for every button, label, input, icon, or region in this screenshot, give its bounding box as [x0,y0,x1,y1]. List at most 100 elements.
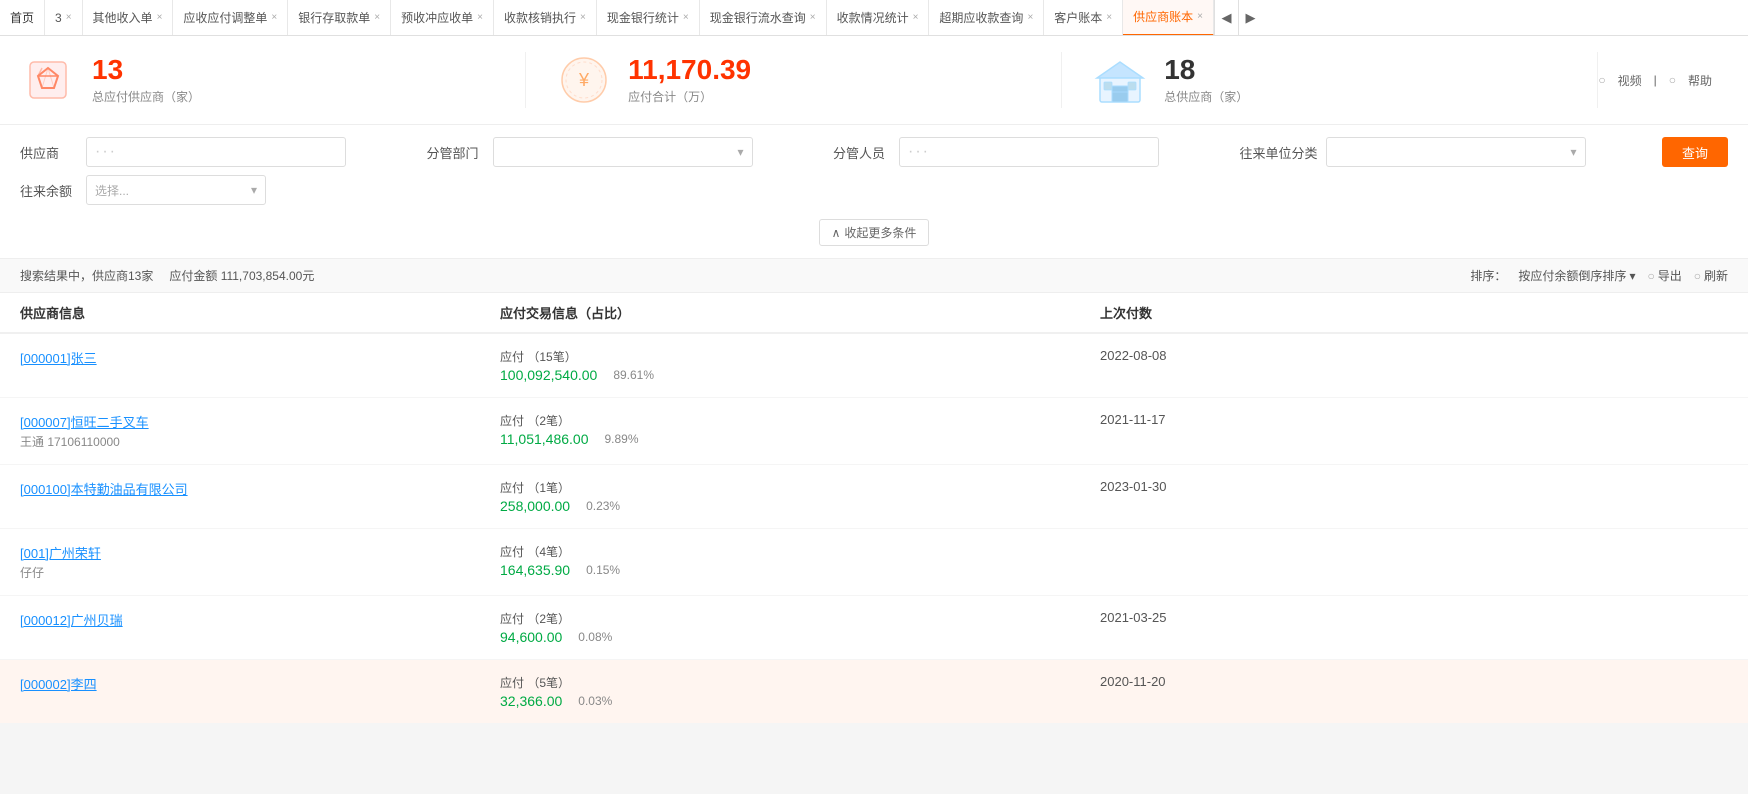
nav-tab-ar-ap-adjust[interactable]: 应收应付调整单 × [173,0,288,36]
row5-tx-percent: 0.08% [578,630,612,644]
refresh-button[interactable]: ○ 刷新 [1694,267,1728,284]
row2-tx-row: 11,051,486.00 9.89% [500,431,1100,447]
balance-filter-select[interactable]: 选择... ▾ [86,175,266,205]
row6-tx-amount[interactable]: 32,366.00 [500,693,562,709]
person-filter-label: 分管人员 [833,143,893,162]
nav-tab-bank-deposit-label: 银行存取款单 [298,9,370,26]
nav-tab-cash-bank-stat[interactable]: 现金银行统计 × [597,0,700,36]
circle-icon: ○ [1598,73,1605,87]
row5-supplier-link[interactable]: [000012]广州贝瑞 [20,613,123,628]
person-dots: ··· [908,143,930,161]
search-button[interactable]: 查询 [1662,137,1728,167]
nav-arrow-right[interactable]: ▶ [1238,0,1262,36]
nav-tab-prepay-ar-label: 预收冲应收单 [401,9,473,26]
nav-tab-other-income-close[interactable]: × [157,12,163,23]
store-icon [1092,52,1148,108]
row3-tx-percent: 0.23% [586,499,620,513]
nav-tab-supplier-book[interactable]: 供应商账本 × [1123,0,1214,36]
nav-tab-payment-verify[interactable]: 收款核销执行 × [494,0,597,36]
help-link[interactable]: 帮助 [1688,72,1712,89]
category-filter-select[interactable]: ▾ [1326,137,1586,167]
summary-content-total-suppliers: 18 总供应商（家） [1164,56,1248,105]
row5-last-pay-date: 2021-03-25 [1100,610,1167,625]
row5-tx-amount[interactable]: 94,600.00 [500,629,562,645]
row2-supplier-link[interactable]: [000007]恒旺二手叉车 [20,415,149,430]
row5-tx-row: 94,600.00 0.08% [500,629,1100,645]
nav-tab-prepay-ar-close[interactable]: × [477,12,483,23]
nav-tab-cash-bank-flow-label: 现金银行流水查询 [710,9,806,26]
nav-tab-overdue-ar-close[interactable]: × [1027,12,1033,23]
row1-supplier: [000001]张三 [20,348,500,367]
table-row: [000001]张三 应付 （15笔） 100,092,540.00 89.61… [0,334,1748,398]
nav-tab-cash-bank-flow[interactable]: 现金银行流水查询 × [700,0,827,36]
nav-tab-bank-deposit[interactable]: 银行存取款单 × [288,0,391,36]
nav-tab-payment-stat-close[interactable]: × [913,12,919,23]
sort-select[interactable]: 按应付余额倒序排序 ▾ [1518,267,1635,284]
row3-transaction: 应付 （1笔） 258,000.00 0.23% [500,479,1100,514]
row2-supplier: [000007]恒旺二手叉车 王通 17106110000 [20,412,500,450]
nav-tab-3[interactable]: 3 × [45,0,83,36]
row5-last-pay: 2021-03-25 [1100,610,1728,625]
nav-tab-3-close[interactable]: × [66,12,72,23]
row1-tx-amount[interactable]: 100,092,540.00 [500,367,597,383]
row2-tx-amount[interactable]: 11,051,486.00 [500,431,589,447]
col-header-last-pay: 上次付数 [1100,303,1728,322]
nav-tab-payment-stat[interactable]: 收款情况统计 × [827,0,930,36]
row6-supplier-link[interactable]: [000002]李四 [20,677,97,692]
top-nav: 首页 3 × 其他收入单 × 应收应付调整单 × 银行存取款单 × 预收冲应收单… [0,0,1748,36]
row4-tx-count: （4笔） [527,545,570,559]
nav-tab-cash-bank-flow-close[interactable]: × [810,12,816,23]
row1-supplier-link[interactable]: [000001]张三 [20,351,97,366]
nav-tab-payment-verify-close[interactable]: × [580,12,586,23]
nav-tab-overdue-ar[interactable]: 超期应收款查询 × [929,0,1044,36]
row3-tx-amount[interactable]: 258,000.00 [500,498,570,514]
filter-section: 供应商 ··· 分管部门 ▾ 分管人员 ··· 往来单位分类 ▾ [0,125,1748,259]
nav-tab-cash-bank-stat-label: 现金银行统计 [607,9,679,26]
row3-tx-label: 应付 （1笔） [500,479,1100,496]
nav-tab-bank-deposit-close[interactable]: × [374,12,380,23]
nav-tab-home[interactable]: 首页 [0,0,45,36]
export-button[interactable]: ○ 导出 [1647,267,1681,284]
result-text1: 搜索结果中，供应商13家 [20,267,153,284]
nav-tab-3-label: 3 [55,11,62,25]
filter-item-supplier: 供应商 ··· [20,137,427,167]
nav-tab-customer-book[interactable]: 客户账本 × [1044,0,1123,36]
payable-amount-number: 11,170.39 [628,56,751,84]
collapse-label: 收起更多条件 [844,224,916,241]
row3-last-pay: 2023-01-30 [1100,479,1728,494]
collapse-row: ∧ 收起更多条件 [20,213,1728,246]
nav-tab-overdue-ar-label: 超期应收款查询 [939,9,1023,26]
row5-tx-label: 应付 （2笔） [500,610,1100,627]
supplier-filter-input[interactable]: ··· [86,137,346,167]
nav-tab-customer-book-close[interactable]: × [1106,12,1112,23]
row1-last-pay-date: 2022-08-08 [1100,348,1167,363]
row2-tx-count: （2笔） [527,414,570,428]
diamond-icon [20,52,76,108]
row4-tx-info: 应付 （4笔） 164,635.90 0.15% [500,543,1100,578]
nav-tab-ar-ap-adjust-close[interactable]: × [271,12,277,23]
row1-tx-row: 100,092,540.00 89.61% [500,367,1100,383]
video-link[interactable]: 视频 [1618,72,1642,89]
dept-filter-select[interactable]: ▾ [493,137,753,167]
collapse-button[interactable]: ∧ 收起更多条件 [819,219,930,246]
wheat-icon: ¥ [556,52,612,108]
row6-tx-count: （5笔） [527,676,570,690]
nav-tab-other-income-label: 其他收入单 [93,9,153,26]
row3-supplier-link[interactable]: [000100]本特勤油品有限公司 [20,482,188,497]
row4-tx-label: 应付 （4笔） [500,543,1100,560]
nav-tab-other-income[interactable]: 其他收入单 × [83,0,174,36]
row1-tx-count: （15笔） [527,350,576,364]
result-bar: 搜索结果中，供应商13家 应付金额 111,703,854.00元 排序： 按应… [0,259,1748,293]
nav-arrow-left[interactable]: ◀ [1214,0,1238,36]
row4-supplier-link[interactable]: [001]广州荣轩 [20,546,101,561]
table-row: [000002]李四 应付 （5笔） 32,366.00 0.03% 2020-… [0,660,1748,724]
nav-tab-prepay-ar[interactable]: 预收冲应收单 × [391,0,494,36]
export-icon: ○ [1647,269,1654,283]
nav-tab-supplier-book-close[interactable]: × [1197,11,1203,22]
svg-text:¥: ¥ [578,70,590,90]
sort-chevron-icon: ▾ [1629,269,1635,283]
row4-tx-amount[interactable]: 164,635.90 [500,562,570,578]
row4-supplier: [001]广州荣轩 仔仔 [20,543,500,581]
person-filter-input[interactable]: ··· [899,137,1159,167]
nav-tab-cash-bank-stat-close[interactable]: × [683,12,689,23]
